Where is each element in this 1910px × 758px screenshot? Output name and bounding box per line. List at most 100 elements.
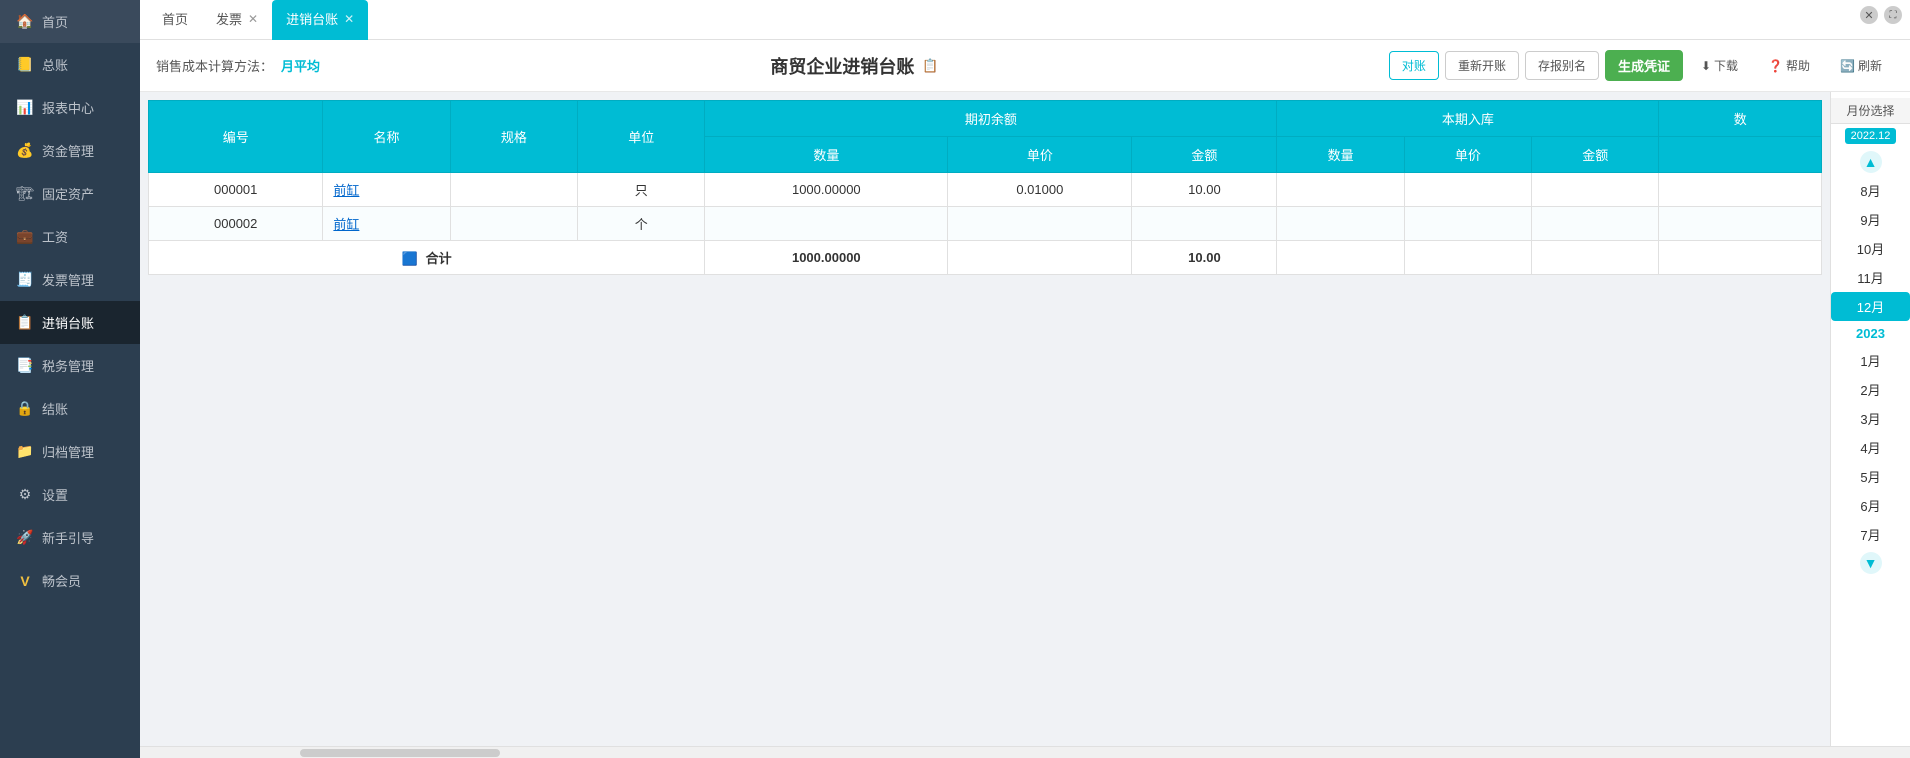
sidebar-item-close[interactable]: 🔒 结账 bbox=[0, 387, 140, 430]
home-icon: 🏠 bbox=[16, 13, 34, 30]
row2-unit: 个 bbox=[578, 207, 705, 241]
tab-home[interactable]: 首页 bbox=[148, 0, 202, 40]
page-title-icon[interactable]: 📋 bbox=[922, 58, 938, 74]
month-item-8[interactable]: 8月 bbox=[1831, 176, 1910, 205]
sidebar-item-funds[interactable]: 💰 资金管理 bbox=[0, 129, 140, 172]
tab-bar: 首页 发票 ✕ 进销台账 ✕ bbox=[140, 0, 1910, 40]
purchase-sale-icon: 📋 bbox=[16, 314, 34, 331]
sidebar-item-guide[interactable]: 🚀 新手引导 bbox=[0, 516, 140, 559]
table-row: 000001 前缸 只 1000.00000 0.01000 10.00 bbox=[149, 173, 1822, 207]
col-current-in: 本期入库 bbox=[1277, 101, 1659, 137]
sidebar-item-reports[interactable]: 📊 报表中心 bbox=[0, 86, 140, 129]
archive-icon: 📁 bbox=[16, 443, 34, 460]
month-item-9[interactable]: 9月 bbox=[1831, 205, 1910, 234]
row1-code: 000001 bbox=[149, 173, 323, 207]
table-wrapper[interactable]: 编号 名称 规格 单位 期初余额 本期入库 数 数量 单价 金额 数量 单价 bbox=[140, 92, 1830, 746]
month-item-2023-1[interactable]: 1月 bbox=[1831, 346, 1910, 375]
col-opening-balance: 期初余额 bbox=[705, 101, 1277, 137]
row2-code: 000002 bbox=[149, 207, 323, 241]
sidebar-item-archive[interactable]: 📁 归档管理 bbox=[0, 430, 140, 473]
sidebar-item-purchase-sale[interactable]: 📋 进销台账 bbox=[0, 301, 140, 344]
sub-opening-qty: 数量 bbox=[705, 137, 948, 173]
generate-voucher-button[interactable]: 生成凭证 bbox=[1605, 50, 1683, 81]
help-button[interactable]: ❓ 帮助 bbox=[1756, 52, 1822, 79]
sidebar-item-home[interactable]: 🏠 首页 bbox=[0, 0, 140, 43]
table-row: 000002 前缸 个 bbox=[149, 207, 1822, 241]
sub-opening-amount: 金额 bbox=[1132, 137, 1277, 173]
tax-icon: 📑 bbox=[16, 357, 34, 374]
total-in-qty bbox=[1277, 241, 1404, 275]
main-area: ✕ ⛶ 首页 发票 ✕ 进销台账 ✕ 销售成本计算方法： 月平均 商贸企业进销台… bbox=[140, 0, 1910, 758]
total-icon: 🟦 bbox=[402, 251, 418, 266]
scrollbar-thumb[interactable] bbox=[300, 749, 500, 757]
sub-in-amount: 金额 bbox=[1532, 137, 1659, 173]
sub-in-price: 单价 bbox=[1404, 137, 1531, 173]
tab-purchase-sale[interactable]: 进销台账 ✕ bbox=[272, 0, 368, 40]
sidebar-item-tax[interactable]: 📑 税务管理 bbox=[0, 344, 140, 387]
month-item-12[interactable]: 12月 bbox=[1831, 292, 1910, 321]
month-nav-down[interactable]: ▼ bbox=[1860, 552, 1882, 574]
assets-icon: 🏗 bbox=[16, 185, 34, 202]
tab-invoice-close[interactable]: ✕ bbox=[248, 12, 258, 26]
download-button[interactable]: ⬇ 下载 bbox=[1689, 52, 1750, 79]
data-table: 编号 名称 规格 单位 期初余额 本期入库 数 数量 单价 金额 数量 单价 bbox=[148, 100, 1822, 275]
row1-in-amount bbox=[1532, 173, 1659, 207]
row2-opening-amount bbox=[1132, 207, 1277, 241]
row2-in-price bbox=[1404, 207, 1531, 241]
refresh-button[interactable]: 🔄 刷新 bbox=[1828, 52, 1894, 79]
year-2023-label: 2023 bbox=[1831, 321, 1910, 346]
page-title-area: 商贸企业进销台账 📋 bbox=[328, 53, 1381, 79]
row1-name: 前缸 bbox=[323, 173, 450, 207]
tab-purchase-sale-close[interactable]: ✕ bbox=[344, 12, 354, 26]
sidebar-item-assets[interactable]: 🏗 固定资产 bbox=[0, 172, 140, 215]
col-extra: 数 bbox=[1659, 101, 1822, 137]
maximize-window-button[interactable]: ⛶ bbox=[1884, 6, 1902, 24]
col-unit: 单位 bbox=[578, 101, 705, 173]
sub-extra bbox=[1659, 137, 1822, 173]
save-alias-button[interactable]: 存报别名 bbox=[1525, 51, 1599, 80]
page-header: 销售成本计算方法： 月平均 商贸企业进销台账 📋 对账 重新开账 存报别名 生成… bbox=[140, 40, 1910, 92]
window-controls: ✕ ⛶ bbox=[1860, 6, 1902, 24]
sidebar-item-member[interactable]: V 畅会员 bbox=[0, 559, 140, 602]
invoice-icon: 🧾 bbox=[16, 271, 34, 288]
month-item-11[interactable]: 11月 bbox=[1831, 263, 1910, 292]
month-item-2023-5[interactable]: 5月 bbox=[1831, 462, 1910, 491]
sidebar-item-invoice-mgmt[interactable]: 🧾 发票管理 bbox=[0, 258, 140, 301]
month-item-2023-4[interactable]: 4月 bbox=[1831, 433, 1910, 462]
tab-invoice[interactable]: 发票 ✕ bbox=[202, 0, 272, 40]
reopen-button[interactable]: 重新开账 bbox=[1445, 51, 1519, 80]
reports-icon: 📊 bbox=[16, 99, 34, 116]
col-code: 编号 bbox=[149, 101, 323, 173]
sub-opening-price: 单价 bbox=[948, 137, 1132, 173]
total-opening-qty: 1000.00000 bbox=[705, 241, 948, 275]
row2-extra bbox=[1659, 207, 1822, 241]
month-nav-up[interactable]: ▲ bbox=[1860, 151, 1882, 173]
close-account-icon: 🔒 bbox=[16, 400, 34, 417]
month-item-2023-6[interactable]: 6月 bbox=[1831, 491, 1910, 520]
month-item-2023-2[interactable]: 2月 bbox=[1831, 375, 1910, 404]
help-icon: ❓ bbox=[1768, 59, 1783, 73]
row1-opening-amount: 10.00 bbox=[1132, 173, 1277, 207]
sidebar: 🏠 首页 📒 总账 📊 报表中心 💰 资金管理 🏗 固定资产 💼 工资 🧾 发票… bbox=[0, 0, 140, 758]
month-item-2023-3[interactable]: 3月 bbox=[1831, 404, 1910, 433]
month-item-10[interactable]: 10月 bbox=[1831, 234, 1910, 263]
total-opening-price bbox=[948, 241, 1132, 275]
row1-opening-qty: 1000.00000 bbox=[705, 173, 948, 207]
sidebar-item-salary[interactable]: 💼 工资 bbox=[0, 215, 140, 258]
month-item-2023-7[interactable]: 7月 bbox=[1831, 520, 1910, 549]
row2-in-amount bbox=[1532, 207, 1659, 241]
total-row: 🟦 合计 1000.00000 10.00 bbox=[149, 241, 1822, 275]
total-in-amount bbox=[1532, 241, 1659, 275]
sidebar-item-ledger[interactable]: 📒 总账 bbox=[0, 43, 140, 86]
funds-icon: 💰 bbox=[16, 142, 34, 159]
row2-spec bbox=[450, 207, 577, 241]
row1-unit: 只 bbox=[578, 173, 705, 207]
ledger-icon: 📒 bbox=[16, 56, 34, 73]
row2-name: 前缸 bbox=[323, 207, 450, 241]
close-window-button[interactable]: ✕ bbox=[1860, 6, 1878, 24]
col-spec: 规格 bbox=[450, 101, 577, 173]
col-name: 名称 bbox=[323, 101, 450, 173]
scrollbar-area[interactable] bbox=[140, 746, 1910, 758]
reconcile-button[interactable]: 对账 bbox=[1389, 51, 1439, 80]
sidebar-item-settings[interactable]: ⚙ 设置 bbox=[0, 473, 140, 516]
